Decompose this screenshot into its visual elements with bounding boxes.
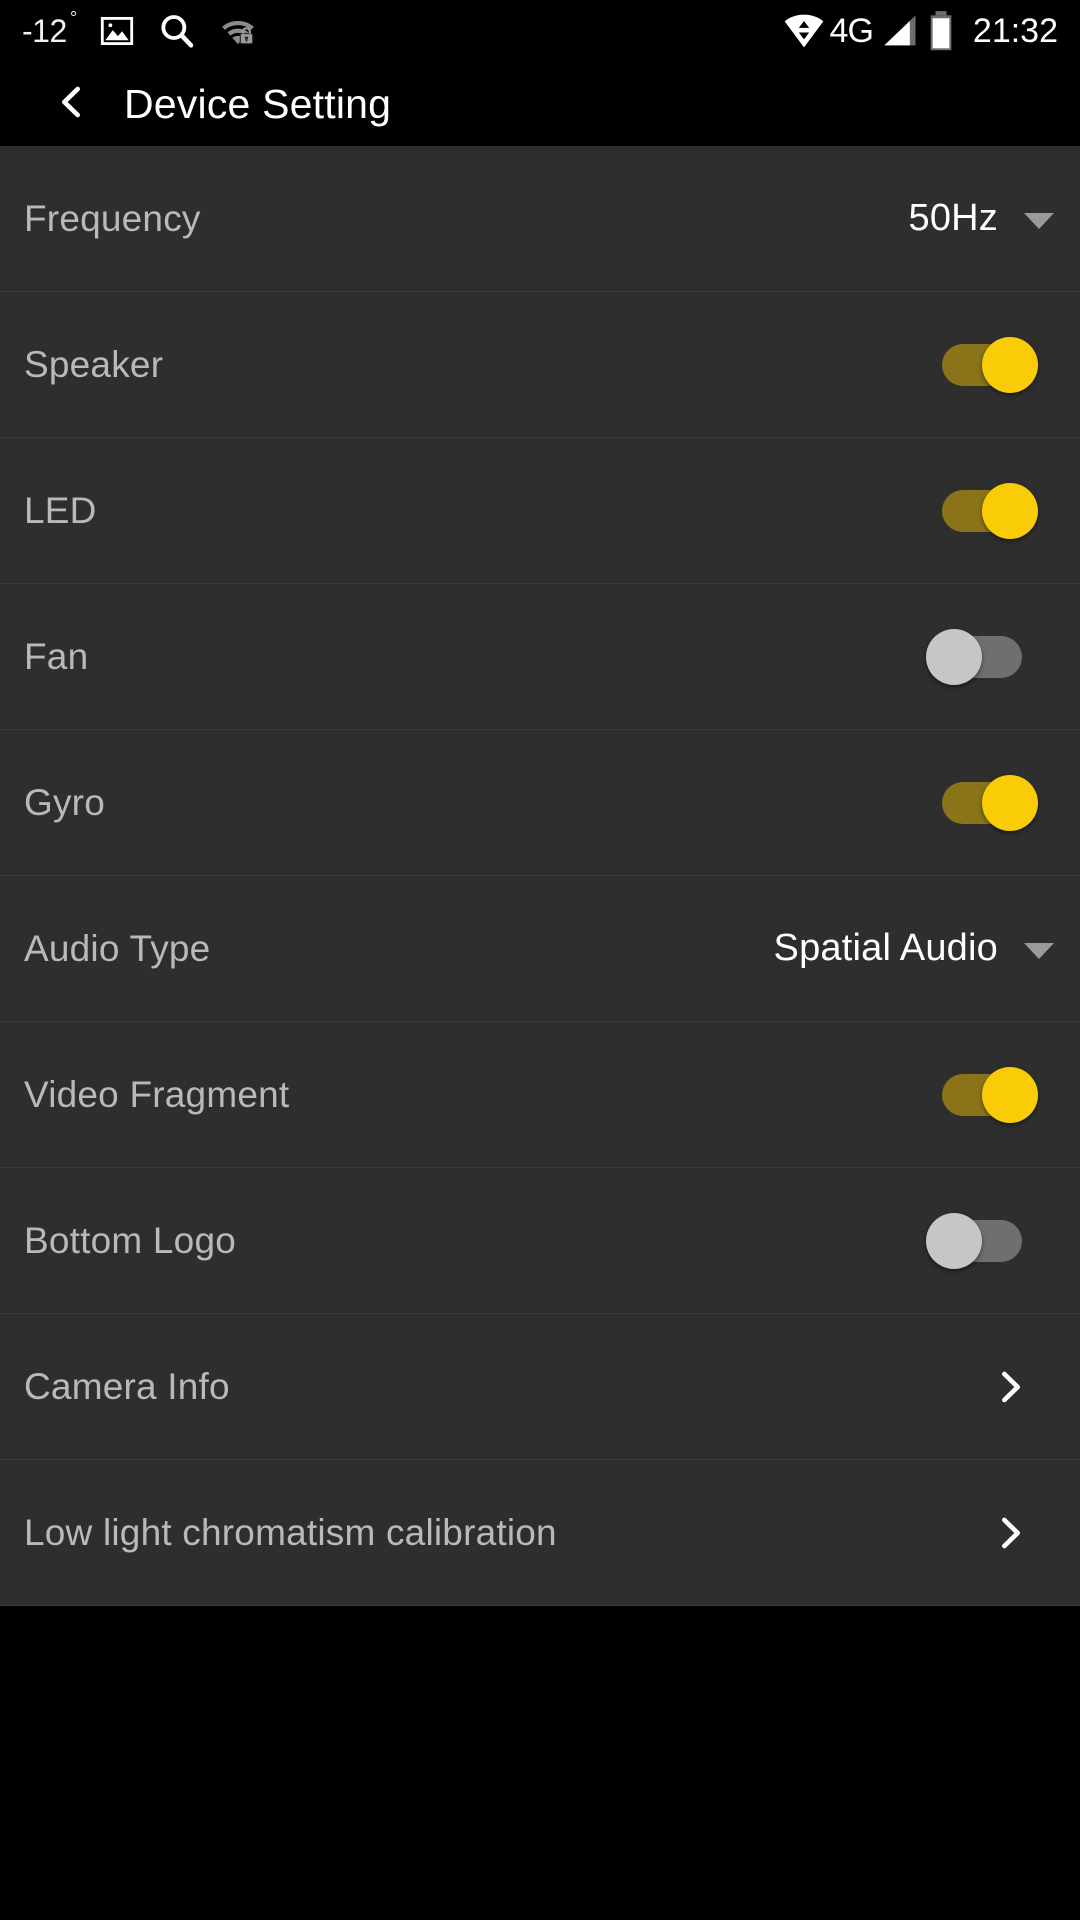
setting-row[interactable]: Bottom Logo: [0, 1168, 1080, 1314]
chevron-left-icon: [52, 82, 92, 127]
setting-row[interactable]: LED: [0, 438, 1080, 584]
setting-row-label: Camera Info: [24, 1365, 230, 1407]
setting-row-label: Audio Type: [24, 927, 211, 969]
temperature-value: -12: [22, 12, 67, 49]
setting-row-control[interactable]: [936, 1066, 1054, 1123]
setting-row[interactable]: Camera Info: [0, 1314, 1080, 1460]
toggle-thumb: [926, 628, 982, 685]
setting-row-control[interactable]: [936, 336, 1054, 393]
setting-row-label: Frequency: [24, 197, 201, 239]
status-bar-left-group: -12 °: [22, 9, 257, 51]
toggle-switch[interactable]: [936, 482, 1038, 539]
toggle-switch[interactable]: [936, 1066, 1038, 1123]
signal-bars-icon: [879, 11, 921, 51]
back-button[interactable]: [50, 82, 94, 126]
setting-row[interactable]: Speaker: [0, 292, 1080, 438]
data-exchange-icon: [782, 11, 826, 51]
setting-row[interactable]: Gyro: [0, 730, 1080, 876]
setting-row-control[interactable]: [988, 1365, 1054, 1409]
setting-row[interactable]: Frequency 50Hz: [0, 146, 1080, 292]
setting-row[interactable]: Fan: [0, 584, 1080, 730]
setting-row-label: Fan: [24, 635, 89, 677]
setting-row-label: Speaker: [24, 343, 164, 385]
clock-label: 21:32: [972, 11, 1058, 50]
toggle-switch[interactable]: [926, 628, 1028, 685]
toggle-thumb: [982, 336, 1038, 393]
setting-row[interactable]: Video Fragment: [0, 1022, 1080, 1168]
toggle-thumb: [982, 482, 1038, 539]
toggle-thumb: [982, 1066, 1038, 1123]
setting-row-label: Low light chromatism calibration: [24, 1511, 557, 1553]
status-bar: -12 ° 4G 21:32: [0, 0, 1080, 62]
setting-value-text: Spatial Audio: [773, 927, 998, 969]
setting-row-control[interactable]: [936, 482, 1054, 539]
search-icon: [157, 11, 197, 51]
toggle-thumb: [926, 1212, 982, 1269]
setting-value-text: 50Hz: [908, 197, 998, 239]
chevron-right-icon[interactable]: [988, 1365, 1032, 1409]
wifi-lock-icon: [219, 14, 257, 48]
setting-row-label: Bottom Logo: [24, 1219, 237, 1261]
degree-symbol: °: [70, 7, 77, 28]
setting-row-control[interactable]: [926, 628, 1054, 685]
setting-row-label: Video Fragment: [24, 1073, 290, 1115]
temperature-indicator: -12 °: [22, 9, 77, 50]
setting-row-control[interactable]: [936, 774, 1054, 831]
toggle-thumb: [982, 774, 1038, 831]
setting-row-control[interactable]: [988, 1511, 1054, 1555]
toggle-switch[interactable]: [936, 774, 1038, 831]
settings-list: Frequency 50Hz Speaker LED Fan Gyro Audio Type…: [0, 146, 1080, 1606]
chevron-down-icon[interactable]: [1024, 212, 1054, 229]
image-icon: [99, 13, 135, 49]
setting-row-label: LED: [24, 489, 97, 531]
toggle-switch[interactable]: [926, 1212, 1028, 1269]
status-bar-right-group: 4G 21:32: [782, 0, 1058, 62]
setting-row-control[interactable]: 50Hz: [908, 197, 1054, 240]
setting-row-control[interactable]: [926, 1212, 1054, 1269]
app-bar: Device Setting: [0, 62, 1080, 146]
toggle-switch[interactable]: [936, 336, 1038, 393]
setting-row-label: Gyro: [24, 781, 105, 823]
page-title: Device Setting: [124, 80, 392, 127]
setting-row[interactable]: Audio Type Spatial Audio: [0, 876, 1080, 1022]
battery-icon: [927, 10, 955, 52]
setting-row[interactable]: Low light chromatism calibration: [0, 1460, 1080, 1606]
setting-row-control[interactable]: Spatial Audio: [774, 927, 1054, 970]
network-type-label: 4G: [829, 11, 874, 50]
chevron-right-icon[interactable]: [988, 1511, 1032, 1555]
chevron-down-icon[interactable]: [1024, 942, 1054, 959]
